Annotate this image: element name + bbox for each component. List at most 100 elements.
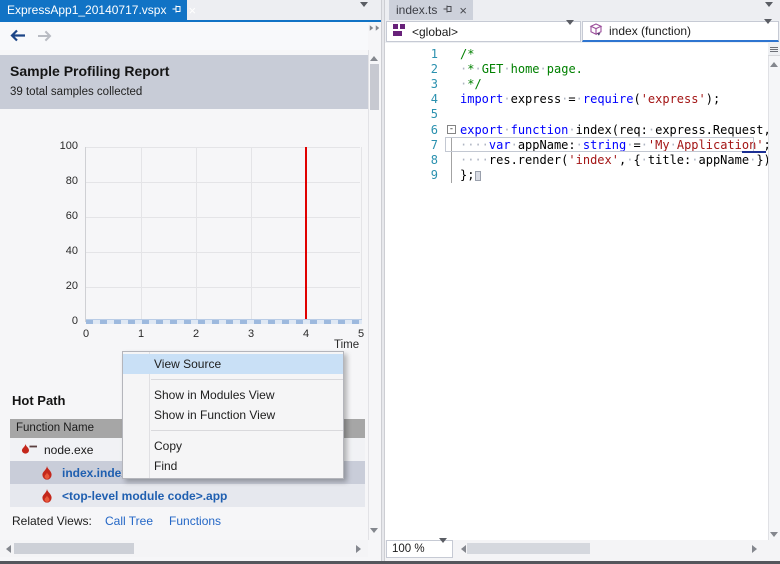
scroll-right-icon[interactable] — [748, 543, 760, 555]
code-text: export·function·index(req:·express.Reque… — [460, 123, 768, 137]
code-line-9[interactable]: 9}; — [385, 167, 768, 183]
toolbar-overflow-icon[interactable] — [368, 24, 381, 32]
chevron-down-icon — [566, 19, 574, 39]
context-menu: View Source Show in Modules View Show in F… — [122, 351, 344, 479]
code-token: = — [633, 137, 641, 152]
line-number: 2 — [430, 61, 438, 76]
y-tick-label: 80 — [65, 175, 78, 187]
zoom-level-dropdown[interactable]: 100 % — [386, 538, 453, 558]
code-token: export — [460, 122, 504, 137]
line-number: 7 — [430, 137, 438, 152]
code-token: appName — [698, 152, 750, 167]
fold-collapse-icon[interactable]: - — [447, 125, 456, 135]
close-icon[interactable]: × — [459, 4, 467, 17]
scrollbar-thumb[interactable] — [467, 543, 590, 554]
code-line-3[interactable]: 3 ·*/ — [385, 76, 768, 91]
related-views-links: Call Tree Functions — [105, 514, 365, 528]
close-icon[interactable]: × — [188, 4, 196, 17]
menu-item-copy[interactable]: Copy — [123, 436, 343, 456]
pin-icon[interactable] — [443, 3, 453, 17]
samples-collected-text: 39 total samples collected — [10, 86, 143, 98]
code-line-2[interactable]: 2 ·*·GET·home·page. — [385, 61, 768, 76]
code-token: 'index' — [568, 152, 619, 167]
menu-item-show-in-modules-view[interactable]: Show in Modules View — [123, 385, 343, 405]
x-tick-label: 3 — [247, 328, 255, 340]
fold-margin: - — [443, 122, 460, 137]
table-row-top-level-module-code-app[interactable]: <top-level module code>.app — [10, 484, 365, 507]
x-axis-title: Time — [334, 339, 360, 351]
member-dropdown[interactable]: index (function) — [582, 19, 779, 42]
page-title: Sample Profiling Report — [10, 63, 170, 79]
scrollbar-thumb[interactable] — [14, 543, 134, 554]
tab-index-ts[interactable]: index.ts × — [389, 0, 473, 20]
line-number: 5 — [430, 107, 438, 122]
pin-icon[interactable] — [172, 3, 182, 17]
member-value: index (function) — [609, 24, 692, 38]
hot-path-title: Hot Path — [12, 393, 66, 408]
scope-value: <global> — [412, 24, 459, 39]
code-line-1[interactable]: 1 /* — [385, 46, 768, 61]
scroll-up-icon[interactable] — [768, 58, 780, 70]
menu-separator — [151, 425, 343, 431]
flame-icon — [38, 488, 56, 503]
code-token: · — [503, 61, 511, 76]
code-token: require — [582, 92, 634, 107]
code-token: · — [575, 92, 583, 107]
chart-gridline — [86, 252, 360, 253]
menu-item-show-in-function-view[interactable]: Show in Function View — [123, 405, 343, 425]
end-of-file-marker — [475, 170, 482, 181]
left-tab-strip: ExpressApp1_20140717.vspx × — [0, 0, 381, 24]
function-name-text[interactable]: <top-level module code>.app — [62, 489, 227, 503]
code-token: res.render( — [488, 152, 569, 167]
related-view-link-functions[interactable]: Functions — [169, 514, 221, 528]
cursor-indicator — [742, 150, 766, 154]
code-text: import·express·=·require('express'); — [460, 92, 720, 106]
forward-arrow-icon[interactable] — [36, 29, 52, 47]
code-token: GET — [481, 61, 504, 76]
tab-title: index.ts — [396, 3, 438, 17]
fold-guide — [451, 137, 452, 153]
chart-gridline — [86, 287, 360, 288]
menu-item-view-source[interactable]: View Source — [123, 354, 343, 374]
scroll-down-icon[interactable] — [768, 528, 780, 540]
code-line-5[interactable]: 5 — [385, 107, 768, 122]
code-token: Application' — [676, 137, 764, 152]
fold-margin — [443, 76, 460, 91]
related-views: Related Views: Call Tree Functions — [12, 514, 221, 528]
code-token: ···· — [460, 152, 489, 167]
function-name-text[interactable]: index.index — [62, 466, 128, 480]
code-line-8[interactable]: 8 ····res.render('index',·{·title:·appNam… — [385, 152, 768, 168]
scroll-up-icon[interactable] — [368, 52, 380, 64]
visual-studio-window: ExpressApp1_20140717.vspx × Sample Profi… — [0, 0, 780, 564]
code-token: page. — [546, 61, 583, 76]
chevron-down-icon — [764, 19, 772, 38]
code-text: ····var·appName:·string·=·'My·Applicatio… — [460, 138, 768, 152]
scope-dropdown[interactable]: <global> — [386, 19, 581, 42]
fold-margin — [443, 167, 460, 183]
scroll-right-icon[interactable] — [352, 543, 364, 555]
scroll-down-icon[interactable] — [368, 524, 380, 536]
scroll-left-icon[interactable] — [2, 543, 14, 555]
splitter-handle-icon[interactable] — [768, 43, 780, 56]
flame-icon — [38, 465, 56, 480]
namespace-icon — [393, 24, 406, 39]
chart-gridline — [86, 147, 360, 148]
related-view-link-call-tree[interactable]: Call Tree — [105, 514, 153, 528]
code-token: }; — [460, 168, 475, 183]
tab-expressapp-vspx[interactable]: ExpressApp1_20140717.vspx × — [0, 0, 196, 20]
code-line-4[interactable]: 4 import·express·=·require('express'); — [385, 92, 768, 107]
menu-item-find[interactable]: Find — [123, 456, 343, 476]
scrollbar-thumb[interactable] — [370, 64, 379, 110]
code-editor[interactable]: 1/* 2 ·*·GET·home·page. 3 ·*/4 import·express… — [385, 43, 768, 540]
back-arrow-icon[interactable] — [10, 29, 27, 47]
code-line-7[interactable]: 7 ····var·appName:·string·=·'My·Applicati… — [385, 137, 768, 154]
chart-spike — [305, 147, 307, 322]
x-axis-baseline — [86, 319, 362, 324]
vertical-scrollbar[interactable] — [368, 50, 381, 540]
line-number: 9 — [430, 168, 438, 183]
code-line-6[interactable]: 6- export·function·index(req:·express.Req… — [385, 122, 768, 137]
code-text: ·*/ — [460, 77, 482, 91]
vertical-scrollbar[interactable] — [768, 43, 780, 540]
method-icon — [589, 23, 603, 39]
report-toolbar — [0, 22, 368, 50]
